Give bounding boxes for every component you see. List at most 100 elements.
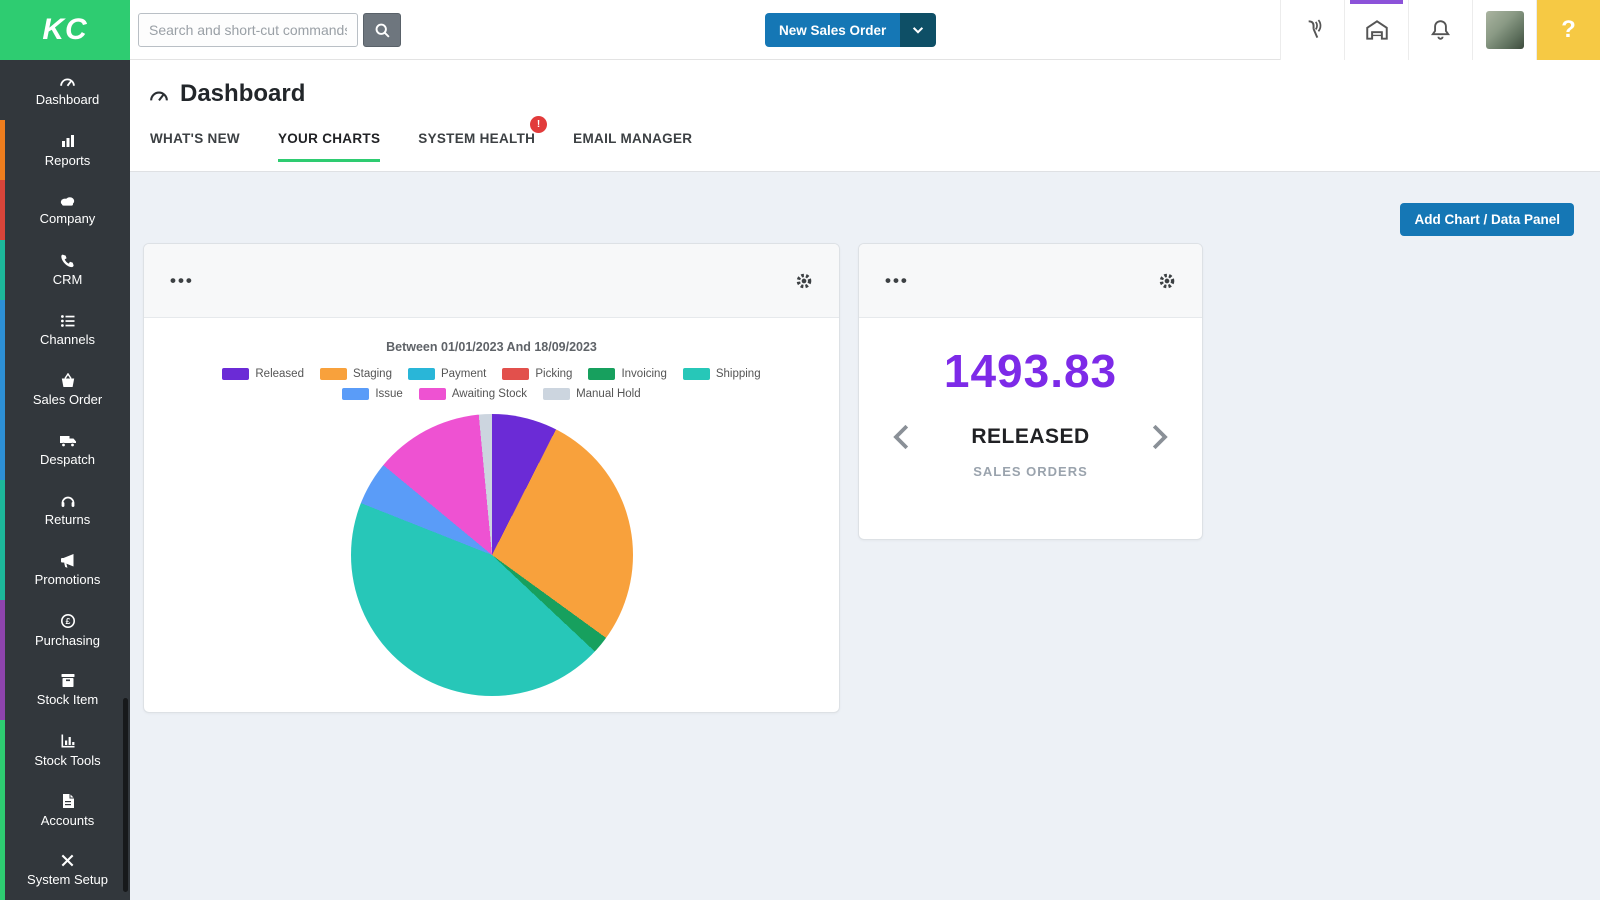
sidebar-item-sales-order[interactable]: Sales Order bbox=[0, 360, 130, 420]
profile-button[interactable] bbox=[1472, 0, 1536, 60]
legend-item[interactable]: Awaiting Stock bbox=[418, 388, 528, 400]
dashboard-gauge-icon bbox=[148, 86, 170, 103]
legend-item[interactable]: Picking bbox=[502, 368, 572, 380]
sidebar-item-reports[interactable]: Reports bbox=[0, 120, 130, 180]
legend-label: Released bbox=[255, 368, 304, 380]
legend-swatch bbox=[407, 368, 435, 380]
alert-badge: ! bbox=[530, 116, 548, 133]
stat-card: ••• 1493.83 RELEASED SALES ORDERS bbox=[858, 243, 1203, 540]
chevron-down-icon bbox=[911, 23, 925, 37]
legend-label: Awaiting Stock bbox=[451, 388, 528, 400]
legend-label: Picking bbox=[535, 368, 573, 380]
new-sales-order-button[interactable]: New Sales Order bbox=[765, 13, 901, 47]
legend-label: Manual Hold bbox=[576, 388, 641, 400]
legend-row-1: Released Staging Payment Picking Invoicing Sh… bbox=[144, 368, 839, 380]
panel-settings-gear-icon[interactable] bbox=[795, 272, 813, 290]
pie-chart-card: ••• Between 01/01/2023 And 18/09/2023 Re… bbox=[143, 243, 840, 713]
pie-card-body: Between 01/01/2023 And 18/09/2023 Releas… bbox=[144, 340, 839, 696]
legend-swatch bbox=[418, 388, 446, 400]
topbar-icon-group: ? bbox=[1280, 0, 1600, 60]
legend-swatch bbox=[342, 388, 370, 400]
panel-menu-icon[interactable]: ••• bbox=[885, 271, 909, 291]
legend-item[interactable]: Manual Hold bbox=[543, 388, 641, 400]
new-sales-order-split-button[interactable]: New Sales Order bbox=[765, 13, 937, 47]
chevron-left-icon[interactable] bbox=[891, 424, 911, 450]
barcode-scanner-icon bbox=[1300, 17, 1326, 43]
page-title: Dashboard bbox=[148, 80, 1582, 108]
stat-sublabel: SALES ORDERS bbox=[973, 464, 1088, 479]
sidebar-item-crm[interactable]: CRM bbox=[0, 240, 130, 300]
chevron-right-icon[interactable] bbox=[1150, 424, 1170, 450]
legend-label: Shipping bbox=[715, 368, 761, 380]
legend-item[interactable]: Staging bbox=[319, 368, 392, 380]
stat-value: 1493.83 bbox=[943, 345, 1118, 397]
svg-text:£: £ bbox=[65, 616, 70, 626]
sidebar-item-returns[interactable]: Returns bbox=[0, 480, 130, 540]
legend-label: Staging bbox=[352, 368, 392, 380]
legend-swatch bbox=[222, 368, 250, 380]
panel-settings-gear-icon[interactable] bbox=[1158, 272, 1176, 290]
document-icon bbox=[61, 793, 75, 809]
sidebar-item-purchasing[interactable]: £ Purchasing bbox=[0, 600, 130, 660]
stat-navigator: RELEASED bbox=[891, 424, 1171, 450]
legend-item[interactable]: Payment bbox=[407, 368, 486, 380]
gauge-icon bbox=[59, 74, 76, 88]
legend-item[interactable]: Issue bbox=[342, 388, 403, 400]
scanner-button[interactable] bbox=[1280, 0, 1344, 60]
main-content: Dashboard WHAT'S NEW YOUR CHARTS SYSTEM … bbox=[130, 60, 1600, 900]
top-bar: KC New Sales Order bbox=[0, 0, 1600, 60]
sidebar-item-stock-tools[interactable]: Stock Tools bbox=[0, 720, 130, 780]
app-logo[interactable]: KC bbox=[0, 0, 130, 60]
sidebar-nav: Dashboard Reports Company CRM Channels S… bbox=[0, 60, 130, 900]
new-sales-order-dropdown[interactable] bbox=[900, 13, 937, 47]
legend-swatch bbox=[682, 368, 710, 380]
stat-card-header: ••• bbox=[859, 244, 1202, 318]
tab-system-health[interactable]: SYSTEM HEALTH ! bbox=[418, 116, 548, 162]
megaphone-icon bbox=[60, 553, 76, 568]
sidebar-item-stock-item[interactable]: Stock Item bbox=[0, 660, 130, 720]
sidebar-item-promotions[interactable]: Promotions bbox=[0, 540, 130, 600]
legend-item[interactable]: Invoicing bbox=[588, 368, 667, 380]
sidebar-item-accounts[interactable]: Accounts bbox=[0, 780, 130, 840]
pie-chart[interactable] bbox=[350, 414, 633, 696]
add-chart-data-panel-button[interactable]: Add Chart / Data Panel bbox=[1400, 203, 1574, 236]
legend-swatch bbox=[319, 368, 347, 380]
stat-card-body: 1493.83 RELEASED SALES ORDERS bbox=[859, 318, 1202, 479]
legend-item[interactable]: Released bbox=[222, 368, 304, 380]
avatar bbox=[1485, 11, 1524, 49]
help-button[interactable]: ? bbox=[1536, 0, 1600, 60]
sidebar-scrollbar[interactable] bbox=[123, 698, 128, 892]
legend-item[interactable]: Shipping bbox=[682, 368, 761, 380]
warehouse-button[interactable] bbox=[1344, 0, 1408, 60]
basket-icon bbox=[60, 373, 76, 388]
search-icon bbox=[374, 22, 391, 39]
sidebar-item-despatch[interactable]: Despatch bbox=[0, 420, 130, 480]
legend-swatch bbox=[543, 388, 571, 400]
sidebar-item-dashboard[interactable]: Dashboard bbox=[0, 60, 130, 120]
notifications-button[interactable] bbox=[1408, 0, 1472, 60]
sidebar-item-system-setup[interactable]: System Setup bbox=[0, 840, 130, 900]
search-button[interactable] bbox=[363, 13, 401, 47]
tab-email-manager[interactable]: EMAIL MANAGER bbox=[573, 131, 692, 162]
warehouse-icon bbox=[1364, 17, 1390, 43]
legend-row-2: Issue Awaiting Stock Manual Hold bbox=[144, 388, 839, 400]
histogram-icon bbox=[60, 733, 76, 749]
cloud-icon bbox=[59, 194, 76, 207]
sidebar-item-channels[interactable]: Channels bbox=[0, 300, 130, 360]
tools-icon bbox=[60, 853, 75, 868]
panel-menu-icon[interactable]: ••• bbox=[170, 271, 194, 291]
stat-label: RELEASED bbox=[971, 425, 1090, 448]
legend-label: Invoicing bbox=[621, 368, 667, 380]
coin-icon: £ bbox=[60, 613, 76, 629]
tab-whats-new[interactable]: WHAT'S NEW bbox=[150, 131, 240, 162]
sidebar-item-company[interactable]: Company bbox=[0, 180, 130, 240]
legend-swatch bbox=[502, 368, 530, 380]
pie-card-header: ••• bbox=[144, 244, 839, 318]
headset-icon bbox=[60, 494, 76, 508]
bar-chart-icon bbox=[60, 133, 76, 149]
search-area bbox=[138, 13, 401, 47]
list-icon bbox=[60, 314, 76, 328]
legend-swatch bbox=[588, 368, 616, 380]
tab-your-charts[interactable]: YOUR CHARTS bbox=[277, 131, 381, 162]
search-input[interactable] bbox=[138, 13, 358, 47]
